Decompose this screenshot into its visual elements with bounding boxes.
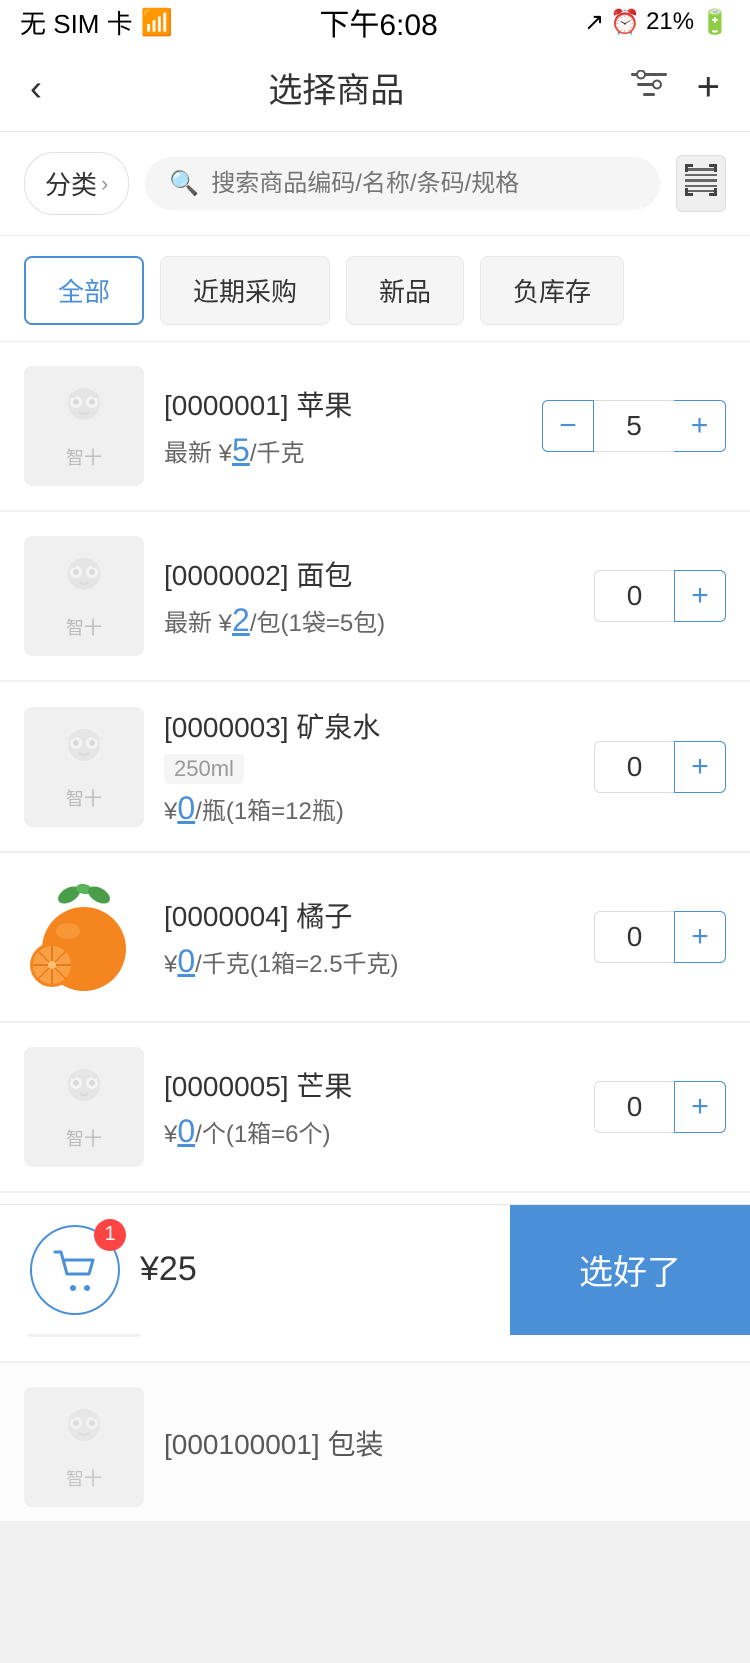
product-thumbnail: 智十 [24, 707, 144, 827]
qty-input[interactable] [594, 1081, 674, 1133]
price-symbol: ¥ [164, 1121, 177, 1148]
filter-tabs: 全部 近期采购 新品 负库存 [0, 236, 750, 342]
product-info: [0000005] 芒果 ¥0/个(1箱=6个) [164, 1065, 574, 1150]
price-label: 最新 ¥ [164, 440, 232, 467]
search-input-wrap: 🔍 [145, 157, 660, 210]
price-value: 0 [177, 1113, 195, 1149]
tab-all[interactable]: 全部 [24, 256, 144, 325]
add-button[interactable]: + [697, 65, 720, 110]
location-icon: ↗ [584, 8, 604, 37]
price-value: 0 [177, 790, 195, 826]
tab-recent[interactable]: 近期采购 [160, 256, 330, 325]
product-name: [0000002] 面包 [164, 554, 574, 594]
price-unit: /瓶(1箱=12瓶) [195, 798, 344, 825]
status-right: ↗ ⏰ 21% 🔋 [584, 8, 730, 37]
product-spec: 250ml [164, 754, 244, 784]
qty-input[interactable] [594, 570, 674, 622]
nav-bar: ‹ 选择商品 + [0, 44, 750, 132]
price-unit: /包(1袋=5包) [250, 610, 385, 637]
back-button[interactable]: ‹ [30, 67, 42, 109]
filter-icon[interactable] [631, 67, 667, 109]
chevron-icon: › [101, 171, 108, 197]
alarm-icon: ⏰ [610, 8, 640, 37]
product-thumbnail [24, 877, 144, 997]
qty-input[interactable] [594, 911, 674, 963]
price-unit: /个(1箱=6个) [195, 1121, 330, 1148]
list-item: [0000004] 橘子 ¥0/千克(1箱=2.5千克) + [0, 853, 750, 1021]
qty-plus-button[interactable]: + [674, 741, 726, 793]
qty-input[interactable] [594, 400, 674, 452]
price-unit: /千克(1箱=2.5千克) [195, 951, 398, 978]
category-button[interactable]: 分类 › [24, 152, 129, 215]
status-bar: 无 SIM 卡 📶 下午6:08 ↗ ⏰ 21% 🔋 [0, 0, 750, 44]
product-name: [000100001] 包装 [164, 1423, 726, 1463]
status-carrier: 无 SIM 卡 📶 [20, 4, 173, 41]
price-label: 最新 ¥ [164, 610, 232, 637]
search-bar: 分类 › 🔍 [0, 132, 750, 236]
page-title: 选择商品 [268, 63, 404, 112]
bottom-bar: 1 ¥25 选好了 [0, 1204, 750, 1334]
wifi-icon: 📶 [141, 7, 173, 38]
product-thumbnail: 智十 [24, 1387, 144, 1507]
battery-text: 21% [646, 8, 694, 36]
list-item: 智十 [0000001] 苹果 最新 ¥5/千克 − + [0, 342, 750, 510]
list-item: 智十 [0000003] 矿泉水 250ml ¥0/瓶(1箱=12瓶) + [0, 682, 750, 851]
product-info: [0000001] 苹果 最新 ¥5/千克 [164, 384, 522, 469]
tab-negative[interactable]: 负库存 [480, 256, 624, 325]
cart-section: 1 ¥25 [30, 1225, 197, 1315]
product-info: [000100001] 包装 [164, 1423, 726, 1471]
price-value: 5 [232, 432, 250, 468]
qty-control: + [594, 911, 726, 963]
product-name: [0000001] 苹果 [164, 384, 522, 424]
product-list: 智十 [0000001] 苹果 最新 ¥5/千克 − + [0, 342, 750, 1663]
list-item: 智十 [0000002] 面包 最新 ¥2/包(1袋=5包) + [0, 512, 750, 680]
qty-control: + [594, 570, 726, 622]
price-symbol: ¥ [164, 951, 177, 978]
tab-new[interactable]: 新品 [346, 256, 464, 325]
cart-button[interactable]: 1 [30, 1225, 120, 1315]
orange-image [24, 877, 144, 997]
product-price: 最新 ¥2/包(1袋=5包) [164, 602, 574, 639]
battery-icon: 🔋 [700, 8, 730, 37]
product-name: [0000005] 芒果 [164, 1065, 574, 1105]
product-info: [0000002] 面包 最新 ¥2/包(1袋=5包) [164, 554, 574, 639]
qty-plus-button[interactable]: + [674, 400, 726, 452]
list-item: 智十 [0000005] 芒果 ¥0/个(1箱=6个) + [0, 1023, 750, 1191]
qty-minus-button[interactable]: − [542, 400, 594, 452]
category-label: 分类 [45, 165, 97, 202]
product-info: [0000003] 矿泉水 250ml ¥0/瓶(1箱=12瓶) [164, 706, 574, 827]
cart-total: ¥25 [140, 1250, 197, 1289]
product-name: [0000004] 橘子 [164, 895, 574, 935]
status-time: 下午6:08 [319, 0, 437, 44]
qty-control: + [594, 1081, 726, 1133]
confirm-button[interactable]: 选好了 [510, 1205, 750, 1335]
product-price: ¥0/个(1箱=6个) [164, 1113, 574, 1150]
price-value: 0 [177, 943, 195, 979]
product-price: 最新 ¥5/千克 [164, 432, 522, 469]
scan-button[interactable] [676, 155, 726, 212]
search-input[interactable] [211, 170, 636, 198]
qty-plus-button[interactable]: + [674, 1081, 726, 1133]
product-price: ¥0/瓶(1箱=12瓶) [164, 790, 574, 827]
nav-actions: + [631, 65, 720, 110]
product-price: ¥0/千克(1箱=2.5千克) [164, 943, 574, 980]
product-thumbnail: 智十 [24, 1047, 144, 1167]
qty-plus-button[interactable]: + [674, 570, 726, 622]
product-name: [0000003] 矿泉水 [164, 706, 574, 746]
product-info: [0000004] 橘子 ¥0/千克(1箱=2.5千克) [164, 895, 574, 980]
qty-plus-button[interactable]: + [674, 911, 726, 963]
list-item: 智十 [000100001] 包装 [0, 1363, 750, 1521]
cart-icon [51, 1248, 99, 1292]
search-icon: 🔍 [169, 169, 199, 198]
qty-control: + [594, 741, 726, 793]
price-symbol: ¥ [164, 798, 177, 825]
price-value: 2 [232, 602, 250, 638]
cart-badge: 1 [94, 1219, 126, 1251]
price-unit: /千克 [250, 440, 305, 467]
product-thumbnail: 智十 [24, 366, 144, 486]
carrier-text: 无 SIM 卡 [20, 4, 133, 41]
product-thumbnail: 智十 [24, 536, 144, 656]
qty-control: − + [542, 400, 726, 452]
qty-input[interactable] [594, 741, 674, 793]
